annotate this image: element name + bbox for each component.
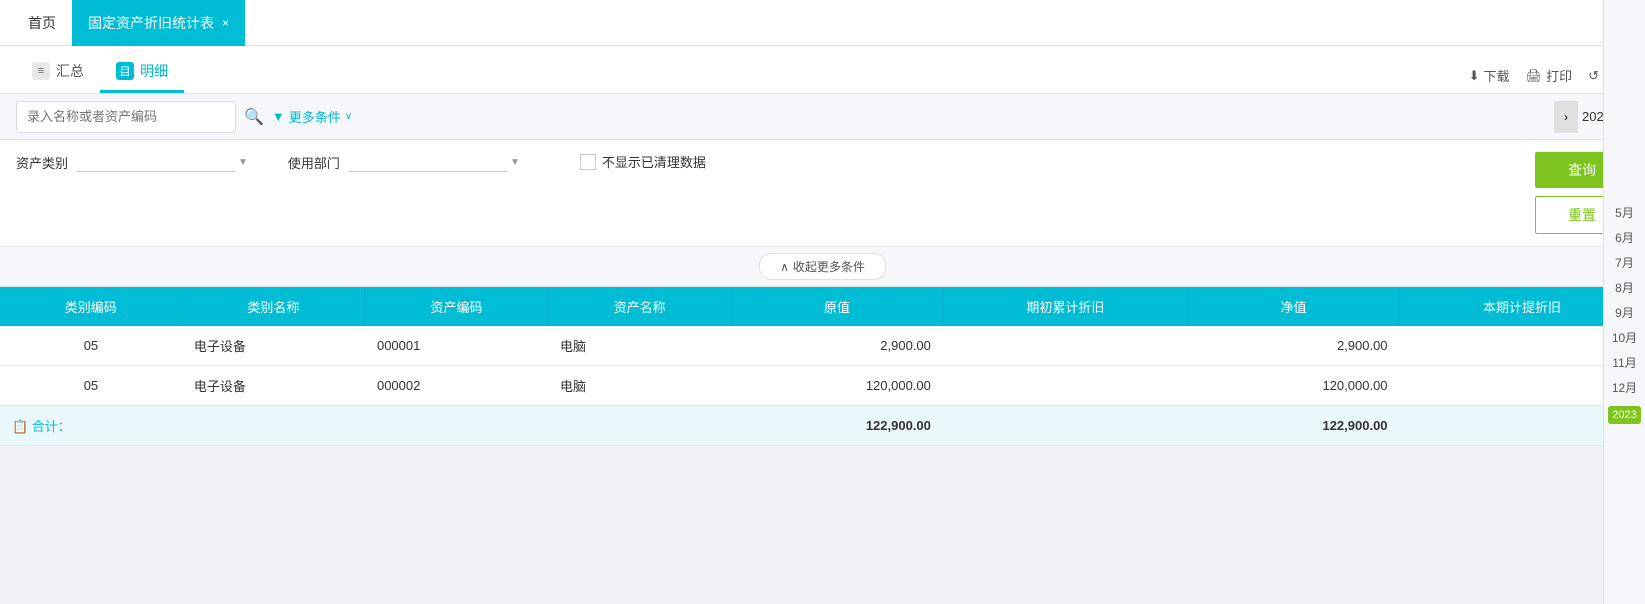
cell-original-value: 120,000.00 xyxy=(731,366,943,406)
total-icon: 📋 xyxy=(12,419,28,434)
month-item[interactable]: 6月 xyxy=(1607,225,1643,250)
col-header-accumulated-dep: 期初累计折旧 xyxy=(943,287,1188,326)
month-item[interactable]: 10月 xyxy=(1607,325,1643,350)
month-item[interactable]: 9月 xyxy=(1607,300,1643,325)
filter-icon: ▼ xyxy=(272,109,285,124)
tab-detail[interactable]: 目 明细 xyxy=(100,51,184,93)
tab-close-icon[interactable]: × xyxy=(222,16,229,30)
collapse-up-icon: ∧ xyxy=(780,260,789,274)
detail-icon: 目 xyxy=(116,62,134,80)
year-badge[interactable]: 2023 xyxy=(1608,406,1640,424)
cell-asset-name: 电脑 xyxy=(548,366,731,406)
col-header-net-value: 净值 xyxy=(1188,287,1400,326)
download-label: 下载 xyxy=(1484,66,1510,85)
cell-net-value: 120,000.00 xyxy=(1188,366,1400,406)
home-nav-item[interactable]: 首页 xyxy=(16,0,68,46)
summary-icon: ≡ xyxy=(32,62,50,80)
tab-detail-label: 明细 xyxy=(140,61,168,81)
data-table-container: 类别编码 类别名称 资产编码 资产名称 原值 期初累计折旧 净值 本期计提折旧 … xyxy=(0,287,1645,446)
cell-code: 05 xyxy=(0,366,182,406)
asset-type-input[interactable] xyxy=(76,152,236,172)
table-row: 05 电子设备 000001 电脑 2,900.00 2,900.00 xyxy=(0,326,1645,366)
no-cleared-label: 不显示已清理数据 xyxy=(602,152,706,171)
prev-date-button[interactable]: › xyxy=(1554,101,1578,133)
total-net-value: 122,900.00 xyxy=(1188,406,1400,446)
col-header-type-name: 类别名称 xyxy=(182,287,365,326)
department-dropdown-icon[interactable]: ▼ xyxy=(510,157,520,168)
tab-summary-label: 汇总 xyxy=(56,61,84,81)
month-item[interactable]: 8月 xyxy=(1607,275,1643,300)
download-icon: ⬇ xyxy=(1469,68,1480,84)
table-row: 05 电子设备 000002 电脑 120,000.00 120,000.00 xyxy=(0,366,1645,406)
col-header-original-value: 原值 xyxy=(731,287,943,326)
more-filter-button[interactable]: ▼ 更多条件 ∨ xyxy=(272,107,352,126)
cell-asset-name: 电脑 xyxy=(548,326,731,366)
print-button[interactable]: 🖨 打印 xyxy=(1526,66,1573,85)
total-accumulated-dep xyxy=(943,406,1188,446)
tab-summary[interactable]: ≡ 汇总 xyxy=(16,51,100,93)
print-label: 打印 xyxy=(1546,66,1572,85)
more-filter-label: 更多条件 xyxy=(289,107,341,126)
chevron-down-icon: ∨ xyxy=(345,111,352,122)
search-icon[interactable]: 🔍 xyxy=(244,107,264,127)
print-icon: 🖨 xyxy=(1526,68,1543,84)
col-header-code: 类别编码 xyxy=(0,287,182,326)
cell-net-value: 2,900.00 xyxy=(1188,326,1400,366)
refresh-icon: ↺ xyxy=(1588,68,1599,84)
asset-type-label: 资产类别 xyxy=(16,153,68,172)
month-item[interactable]: 7月 xyxy=(1607,250,1643,275)
month-item[interactable]: 12月 xyxy=(1607,375,1643,400)
collapse-label: 收起更多条件 xyxy=(793,258,865,275)
cell-type-name: 电子设备 xyxy=(182,326,365,366)
asset-type-dropdown-icon[interactable]: ▼ xyxy=(238,157,248,168)
cell-accumulated-dep xyxy=(943,326,1188,366)
tab-label: 固定资产折旧统计表 xyxy=(88,13,214,33)
department-input[interactable] xyxy=(348,152,508,172)
download-button[interactable]: ⬇ 下载 xyxy=(1469,66,1510,85)
total-label-cell: 📋 合计： xyxy=(0,406,548,446)
total-row: 📋 合计： 122,900.00 122,900.00 xyxy=(0,406,1645,446)
search-input[interactable] xyxy=(16,101,236,133)
active-tab[interactable]: 固定资产折旧统计表 × xyxy=(72,0,245,46)
col-header-asset-name: 资产名称 xyxy=(548,287,731,326)
total-original-value: 122,900.00 xyxy=(731,406,943,446)
month-item[interactable]: 11月 xyxy=(1607,350,1643,375)
col-header-asset-code: 资产编码 xyxy=(365,287,548,326)
collapse-button[interactable]: ∧ 收起更多条件 xyxy=(759,253,886,280)
cell-accumulated-dep xyxy=(943,366,1188,406)
cell-type-name: 电子设备 xyxy=(182,366,365,406)
cell-asset-code: 000001 xyxy=(365,326,548,366)
cell-original-value: 2,900.00 xyxy=(731,326,943,366)
month-item[interactable]: 5月 xyxy=(1607,200,1643,225)
department-label: 使用部门 xyxy=(288,153,340,172)
no-cleared-checkbox[interactable] xyxy=(580,154,596,170)
cell-asset-code: 000002 xyxy=(365,366,548,406)
cell-code: 05 xyxy=(0,326,182,366)
total-asset-name xyxy=(548,406,731,446)
